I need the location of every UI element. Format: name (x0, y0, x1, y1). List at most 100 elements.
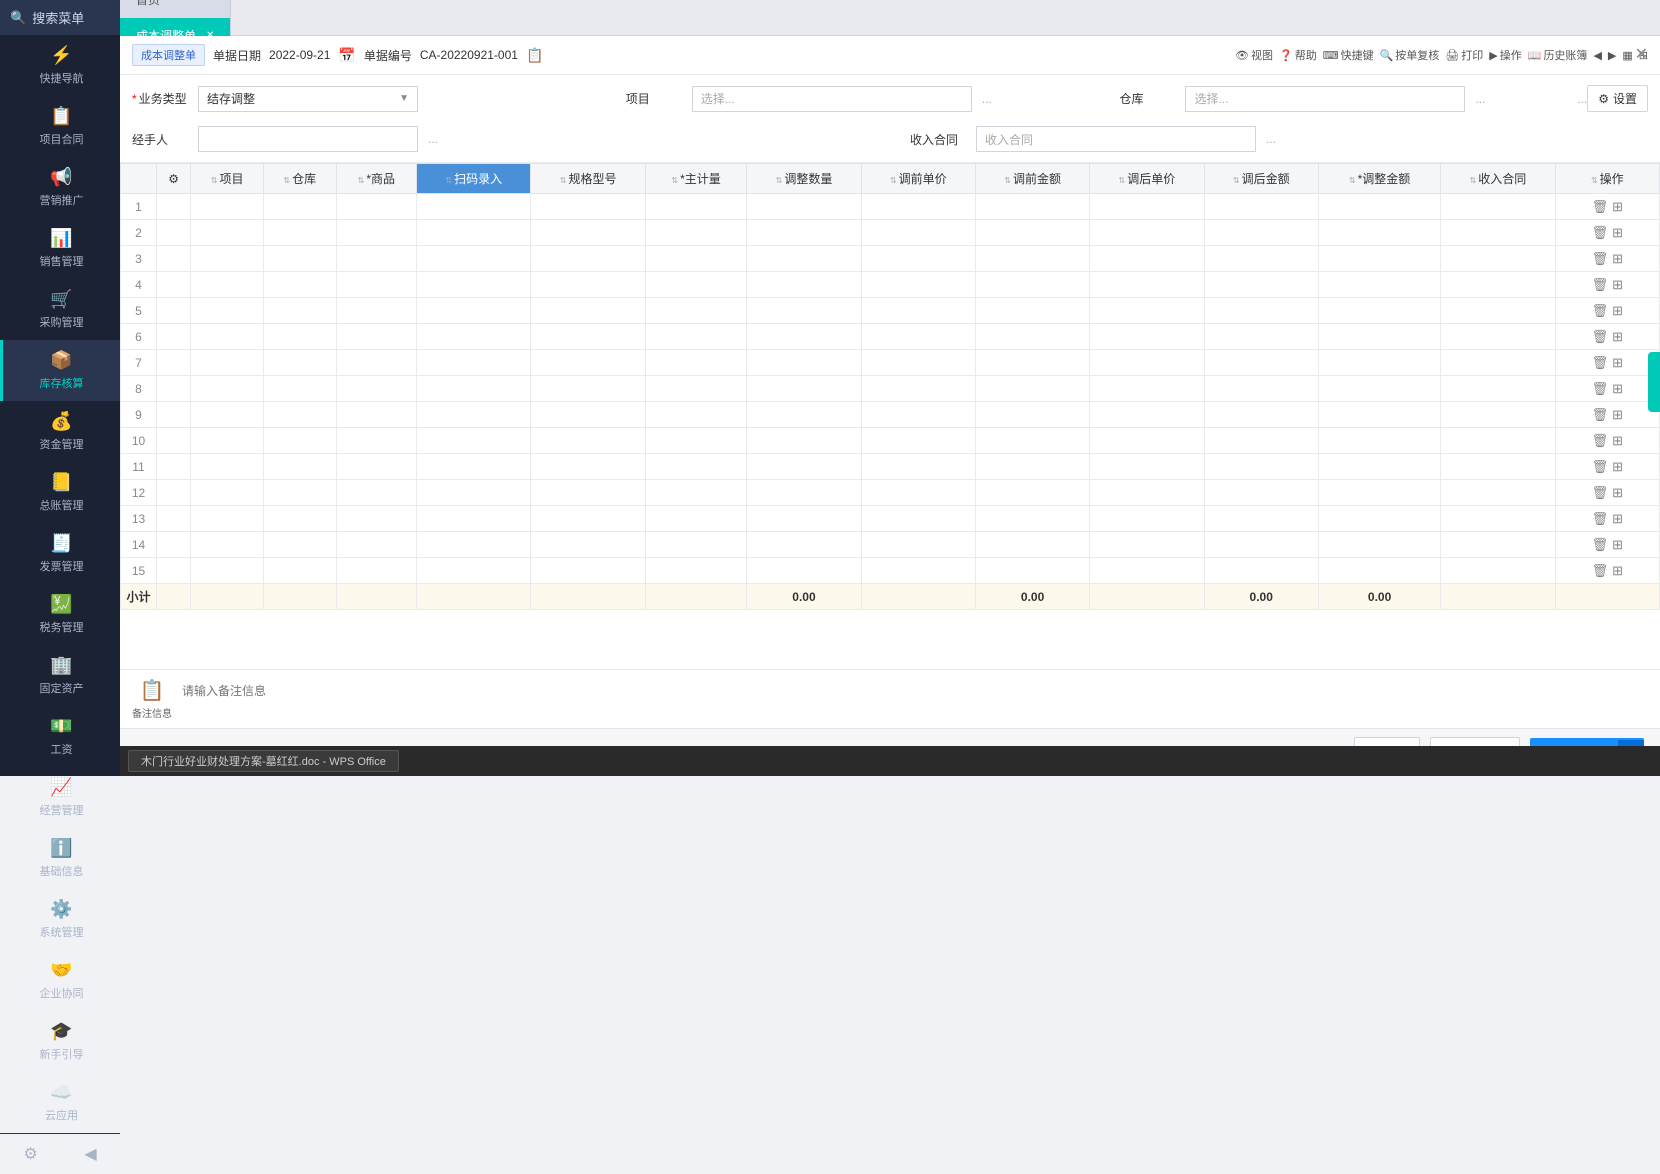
cell-project-14[interactable] (191, 532, 264, 558)
col-header-after_amount[interactable]: ⇅调后金额 (1204, 164, 1318, 194)
cell-project-10[interactable] (191, 428, 264, 454)
taskbar-item-0[interactable]: 木门行业好业财处理方案-墓红红.doc - WPS Office (128, 750, 399, 772)
cell-adjust_amount-4[interactable] (1318, 272, 1440, 298)
cell-income_contract-9[interactable] (1441, 402, 1555, 428)
cell-scan-1[interactable] (417, 194, 531, 220)
sidebar-item-tax-mgmt[interactable]: 💹税务管理 (0, 584, 120, 645)
cell-warehouse-13[interactable] (263, 506, 336, 532)
cell-scan-14[interactable] (417, 532, 531, 558)
cell-adjust_amount-12[interactable] (1318, 480, 1440, 506)
table-container[interactable]: ⚙⇅项目⇅仓库⇅*商品⇅扫码录入⇅规格型号⇅*主计量⇅调整数量⇅调前单价⇅调前金… (120, 163, 1660, 669)
col-header-warehouse[interactable]: ⇅仓库 (263, 164, 336, 194)
cell-adjust_amount-15[interactable] (1318, 558, 1440, 584)
income-contract-input[interactable]: 收入合同 (976, 126, 1256, 152)
cell-project-13[interactable] (191, 506, 264, 532)
sidebar-item-quick-nav[interactable]: ⚡快捷导航 (0, 35, 120, 96)
cell-scan-2[interactable] (417, 220, 531, 246)
cell-warehouse-4[interactable] (263, 272, 336, 298)
cell-adjust_amount-2[interactable] (1318, 220, 1440, 246)
cell-project-12[interactable] (191, 480, 264, 506)
cell-goods-11[interactable] (336, 454, 417, 480)
cell-project-3[interactable] (191, 246, 264, 272)
cell-scan-6[interactable] (417, 324, 531, 350)
cell-adjust_qty-10[interactable] (747, 428, 861, 454)
col-header-spec[interactable]: ⇅规格型号 (531, 164, 645, 194)
copy-btn-15[interactable]: ⊞ (1612, 563, 1623, 579)
cell-before_price-11[interactable] (861, 454, 975, 480)
col-header-after_price[interactable]: ⇅调后单价 (1090, 164, 1204, 194)
cell-goods-15[interactable] (336, 558, 417, 584)
cell-adjust_qty-3[interactable] (747, 246, 861, 272)
cell-unit-6[interactable] (645, 324, 747, 350)
cell-goods-9[interactable] (336, 402, 417, 428)
cell-unit-12[interactable] (645, 480, 747, 506)
cell-project-2[interactable] (191, 220, 264, 246)
cell-before_amount-15[interactable] (975, 558, 1089, 584)
cell-goods-7[interactable] (336, 350, 417, 376)
cell-income_contract-14[interactable] (1441, 532, 1555, 558)
cell-warehouse-7[interactable] (263, 350, 336, 376)
delete-btn-13[interactable]: 🗑 (1592, 511, 1609, 527)
cell-before_amount-3[interactable] (975, 246, 1089, 272)
sidebar-item-sales-promo[interactable]: 📢营销推广 (0, 157, 120, 218)
cell-warehouse-8[interactable] (263, 376, 336, 402)
cell-adjust_amount-3[interactable] (1318, 246, 1440, 272)
cell-after_amount-12[interactable] (1204, 480, 1318, 506)
cell-warehouse-2[interactable] (263, 220, 336, 246)
cell-after_amount-15[interactable] (1204, 558, 1318, 584)
notes-input[interactable] (182, 678, 1648, 714)
cell-before_amount-1[interactable] (975, 194, 1089, 220)
cell-settings-10[interactable] (157, 428, 191, 454)
cell-after_amount-14[interactable] (1204, 532, 1318, 558)
cell-income_contract-5[interactable] (1441, 298, 1555, 324)
cell-after_price-13[interactable] (1090, 506, 1204, 532)
action-history[interactable]: 📖 历史账簿 (1528, 47, 1588, 63)
copy-btn-1[interactable]: ⊞ (1612, 199, 1623, 215)
cell-adjust_qty-11[interactable] (747, 454, 861, 480)
cell-before_price-15[interactable] (861, 558, 975, 584)
cell-adjust_qty-9[interactable] (747, 402, 861, 428)
cell-before_amount-7[interactable] (975, 350, 1089, 376)
cell-before_price-7[interactable] (861, 350, 975, 376)
cell-income_contract-10[interactable] (1441, 428, 1555, 454)
cell-before_amount-2[interactable] (975, 220, 1089, 246)
cell-spec-13[interactable] (531, 506, 645, 532)
cell-after_price-1[interactable] (1090, 194, 1204, 220)
cell-adjust_qty-15[interactable] (747, 558, 861, 584)
cell-unit-7[interactable] (645, 350, 747, 376)
cell-before_price-12[interactable] (861, 480, 975, 506)
delete-btn-14[interactable]: 🗑 (1592, 537, 1609, 553)
project-input[interactable]: 选择... (692, 86, 972, 112)
project-dots[interactable]: ... (982, 92, 992, 106)
cell-after_price-7[interactable] (1090, 350, 1204, 376)
cell-after_amount-5[interactable] (1204, 298, 1318, 324)
cell-scan-11[interactable] (417, 454, 531, 480)
cell-project-4[interactable] (191, 272, 264, 298)
cell-adjust_qty-14[interactable] (747, 532, 861, 558)
cell-spec-9[interactable] (531, 402, 645, 428)
table-settings-icon[interactable]: ⚙ (168, 172, 179, 186)
cell-settings-6[interactable] (157, 324, 191, 350)
sidebar-search[interactable]: 🔍 搜索菜单 (0, 0, 120, 35)
delete-btn-9[interactable]: 🗑 (1592, 407, 1609, 423)
sidebar-item-salary[interactable]: 💵工资 (0, 706, 120, 767)
cell-project-8[interactable] (191, 376, 264, 402)
cell-settings-11[interactable] (157, 454, 191, 480)
cell-after_amount-2[interactable] (1204, 220, 1318, 246)
sidebar-item-inventory[interactable]: 📦库存核算 (0, 340, 120, 401)
delete-btn-12[interactable]: 🗑 (1592, 485, 1609, 501)
sidebar-item-project-contract[interactable]: 📋项目合同 (0, 96, 120, 157)
col-header-scan[interactable]: ⇅扫码录入 (417, 164, 531, 194)
col-header-income_contract[interactable]: ⇅收入合同 (1441, 164, 1555, 194)
cell-scan-12[interactable] (417, 480, 531, 506)
copy-btn-13[interactable]: ⊞ (1612, 511, 1623, 527)
cell-warehouse-1[interactable] (263, 194, 336, 220)
cell-before_price-3[interactable] (861, 246, 975, 272)
cell-before_amount-10[interactable] (975, 428, 1089, 454)
cell-income_contract-7[interactable] (1441, 350, 1555, 376)
cell-after_amount-11[interactable] (1204, 454, 1318, 480)
cell-unit-4[interactable] (645, 272, 747, 298)
sidebar-item-fund-mgmt[interactable]: 💰资金管理 (0, 401, 120, 462)
copy-btn-14[interactable]: ⊞ (1612, 537, 1623, 553)
cell-before_amount-12[interactable] (975, 480, 1089, 506)
